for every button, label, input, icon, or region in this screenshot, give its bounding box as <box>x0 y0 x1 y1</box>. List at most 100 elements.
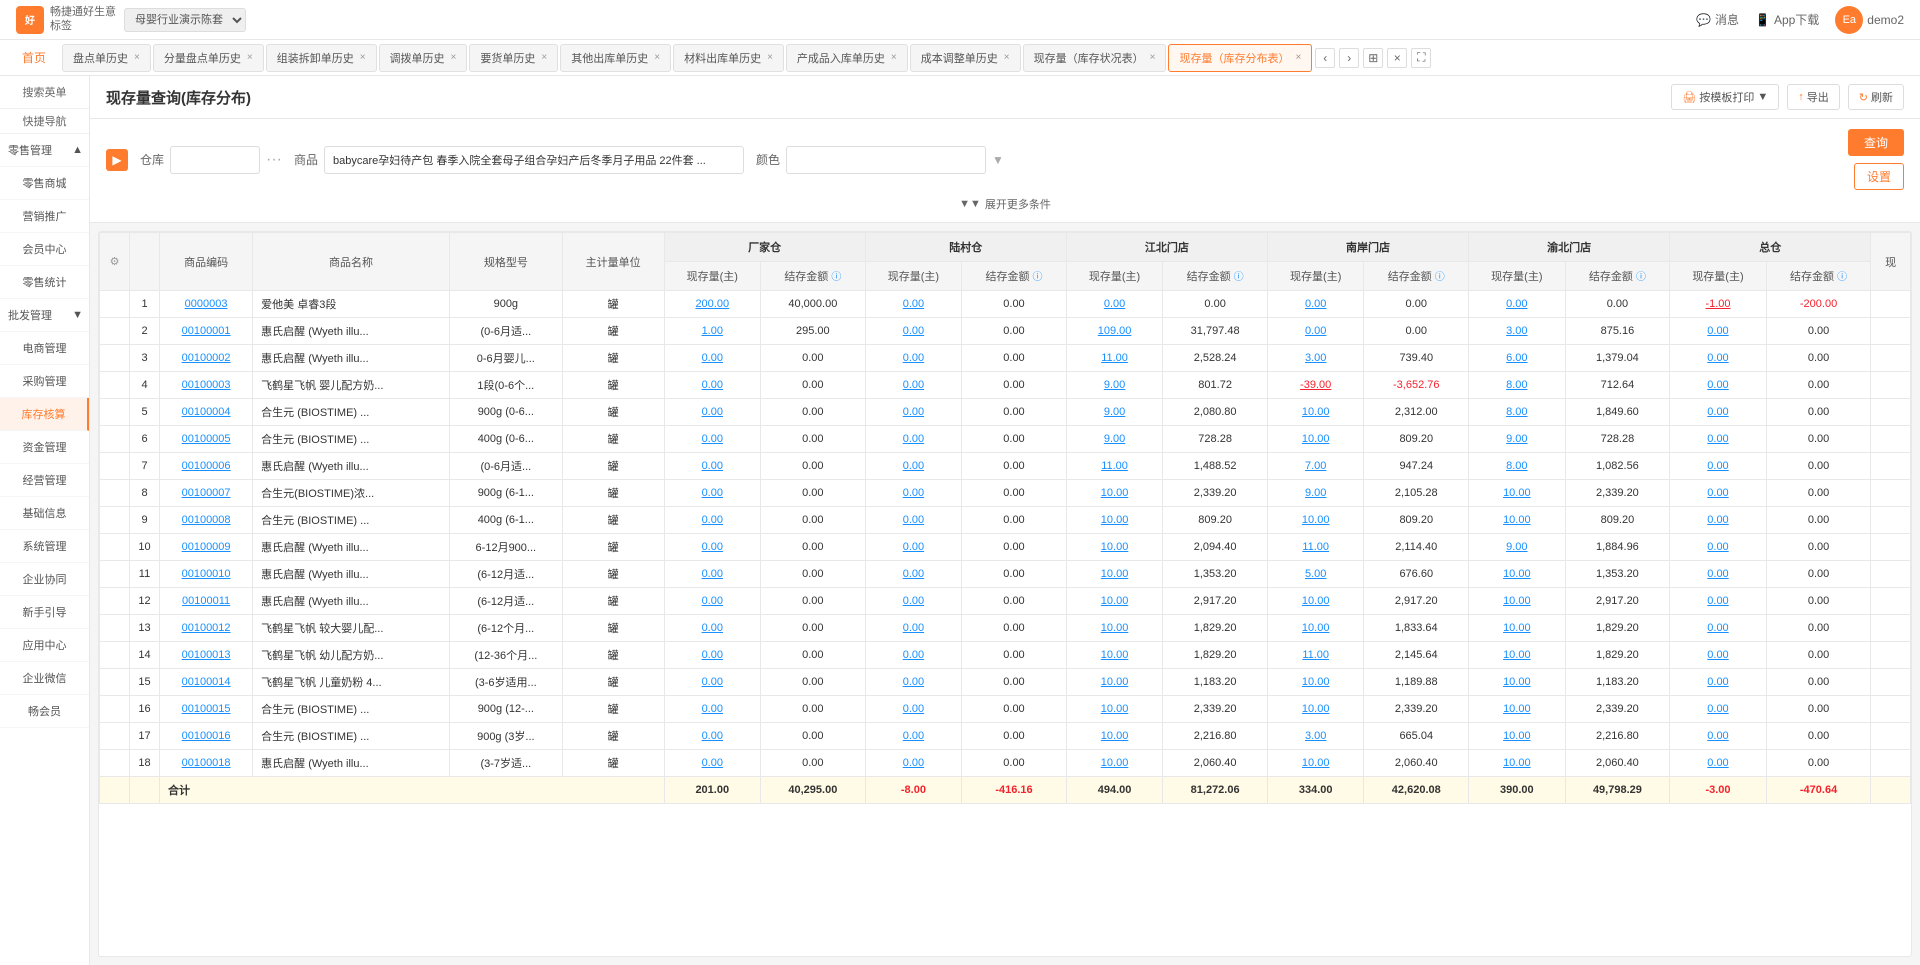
td-cj-qty[interactable]: 1.00 <box>664 318 761 345</box>
td-na-qty[interactable]: 10.00 <box>1267 615 1364 642</box>
settings-btn[interactable]: 设置 <box>1854 163 1904 190</box>
td-lc-qty[interactable]: 0.00 <box>865 507 962 534</box>
color-input[interactable] <box>786 146 986 174</box>
td-zo-qty[interactable]: 0.00 <box>1670 399 1767 426</box>
td-code[interactable]: 00100006 <box>160 453 253 480</box>
sidebar-item-retail[interactable]: 零售管理▲ <box>0 134 89 167</box>
sidebar-item-retail-stat[interactable]: 零售统计 <box>0 266 89 299</box>
td-zo-qty[interactable]: 0.00 <box>1670 561 1767 588</box>
td-cj-qty[interactable]: 0.00 <box>664 723 761 750</box>
td-lc-qty[interactable]: 0.00 <box>865 723 962 750</box>
tab-close-fenpanjian[interactable]: × <box>247 52 253 63</box>
td-code[interactable]: 00100009 <box>160 534 253 561</box>
tab-chengpin[interactable]: 产成品入库单历史 × <box>786 44 908 72</box>
sidebar-item-guide[interactable]: 新手引导 <box>0 596 89 629</box>
sidebar-item-system[interactable]: 系统管理 <box>0 530 89 563</box>
td-yb-qty[interactable]: 8.00 <box>1469 453 1566 480</box>
td-yb-qty[interactable]: 10.00 <box>1469 615 1566 642</box>
td-zo-qty[interactable]: 0.00 <box>1670 723 1767 750</box>
sidebar-item-corp[interactable]: 企业协同 <box>0 563 89 596</box>
tab-kuaifen[interactable]: 现存量（库存分布表） × <box>1168 44 1312 72</box>
td-yb-qty[interactable]: 10.00 <box>1469 642 1566 669</box>
td-jb-qty[interactable]: 10.00 <box>1066 696 1163 723</box>
td-yb-qty[interactable]: 0.00 <box>1469 291 1566 318</box>
sidebar-item-finance[interactable]: 资金管理 <box>0 431 89 464</box>
td-jb-qty[interactable]: 9.00 <box>1066 426 1163 453</box>
tab-close-chengben[interactable]: × <box>1004 52 1010 63</box>
td-yb-qty[interactable]: 10.00 <box>1469 507 1566 534</box>
filter-expand-btn[interactable]: ▶ <box>106 149 128 171</box>
td-zo-qty[interactable]: 0.00 <box>1670 345 1767 372</box>
td-jb-qty[interactable]: 10.00 <box>1066 669 1163 696</box>
tab-nav-menu[interactable]: ⊞ <box>1363 48 1383 68</box>
td-zo-qty[interactable]: 0.00 <box>1670 642 1767 669</box>
td-jb-qty[interactable]: 11.00 <box>1066 345 1163 372</box>
td-yb-qty[interactable]: 9.00 <box>1469 426 1566 453</box>
td-lc-qty[interactable]: 0.00 <box>865 750 962 777</box>
td-jb-qty[interactable]: 10.00 <box>1066 507 1163 534</box>
tab-nav-left[interactable]: ‹ <box>1315 48 1335 68</box>
tab-close-panjian[interactable]: × <box>134 52 140 63</box>
table-container[interactable]: ⚙ 商品编码 商品名称 规格型号 主计量单位 厂家仓 陆村仓 江北门店 南岸门店… <box>98 231 1912 957</box>
tab-close-all[interactable]: × <box>1387 48 1407 68</box>
td-na-qty[interactable]: 11.00 <box>1267 642 1364 669</box>
td-lc-qty[interactable]: 0.00 <box>865 291 962 318</box>
sidebar-item-basic[interactable]: 基础信息 <box>0 497 89 530</box>
td-lc-qty[interactable]: 0.00 <box>865 453 962 480</box>
sidebar-item-purchase[interactable]: 采购管理 <box>0 365 89 398</box>
td-jb-qty[interactable]: 109.00 <box>1066 318 1163 345</box>
td-zo-qty[interactable]: 0.00 <box>1670 696 1767 723</box>
td-code[interactable]: 00100015 <box>160 696 253 723</box>
sidebar-item-wholesale[interactable]: 批发管理▼ <box>0 299 89 332</box>
td-zo-qty[interactable]: 0.00 <box>1670 669 1767 696</box>
td-na-qty[interactable]: 10.00 <box>1267 507 1364 534</box>
td-cj-qty[interactable]: 0.00 <box>664 588 761 615</box>
query-btn[interactable]: 查询 <box>1848 129 1904 156</box>
sidebar-quicknav[interactable]: 快捷导航 <box>0 109 89 134</box>
td-cj-qty[interactable]: 0.00 <box>664 399 761 426</box>
tab-fenpanjian[interactable]: 分量盘点单历史 × <box>153 44 264 72</box>
td-na-qty[interactable]: 10.00 <box>1267 696 1364 723</box>
tab-kuaizhuang[interactable]: 现存量（库存状况表） × <box>1023 44 1167 72</box>
td-lc-qty[interactable]: 0.00 <box>865 534 962 561</box>
filter-more[interactable]: ▼▼ 展开更多条件 <box>106 196 1904 212</box>
td-lc-qty[interactable]: 0.00 <box>865 399 962 426</box>
td-na-qty[interactable]: 5.00 <box>1267 561 1364 588</box>
app-download-btn[interactable]: 📱 App下载 <box>1755 11 1819 28</box>
td-lc-qty[interactable]: 0.00 <box>865 588 962 615</box>
td-lc-qty[interactable]: 0.00 <box>865 426 962 453</box>
tab-close-chengpin[interactable]: × <box>891 52 897 63</box>
td-cj-qty[interactable]: 0.00 <box>664 615 761 642</box>
td-code[interactable]: 00100005 <box>160 426 253 453</box>
td-zo-qty[interactable]: 0.00 <box>1670 372 1767 399</box>
export-btn[interactable]: ↑ 导出 <box>1787 84 1840 110</box>
sidebar-item-appcenter[interactable]: 应用中心 <box>0 629 89 662</box>
message-btn[interactable]: 💬 消息 <box>1696 11 1739 28</box>
td-cj-qty[interactable]: 0.00 <box>664 750 761 777</box>
sidebar-item-biz[interactable]: 经营管理 <box>0 464 89 497</box>
td-zo-qty[interactable]: 0.00 <box>1670 507 1767 534</box>
sidebar-item-marketing[interactable]: 营销推广 <box>0 200 89 233</box>
industry-selector[interactable]: 母婴行业演示陈套 <box>124 8 246 32</box>
td-zo-qty[interactable]: 0.00 <box>1670 615 1767 642</box>
td-na-qty[interactable]: 0.00 <box>1267 318 1364 345</box>
td-yb-qty[interactable]: 10.00 <box>1469 723 1566 750</box>
td-lc-qty[interactable]: 0.00 <box>865 480 962 507</box>
td-code[interactable]: 00100008 <box>160 507 253 534</box>
td-na-qty[interactable]: 0.00 <box>1267 291 1364 318</box>
td-jb-qty[interactable]: 10.00 <box>1066 534 1163 561</box>
td-zo-qty[interactable]: -1.00 <box>1670 291 1767 318</box>
td-zo-qty[interactable]: 0.00 <box>1670 588 1767 615</box>
td-cj-qty[interactable]: 0.00 <box>664 561 761 588</box>
td-code[interactable]: 00100013 <box>160 642 253 669</box>
tab-fullscreen[interactable]: ⛶ <box>1411 48 1431 68</box>
td-jb-qty[interactable]: 10.00 <box>1066 588 1163 615</box>
td-code[interactable]: 00100010 <box>160 561 253 588</box>
td-yb-qty[interactable]: 10.00 <box>1469 750 1566 777</box>
td-cj-qty[interactable]: 0.00 <box>664 453 761 480</box>
td-zo-qty[interactable]: 0.00 <box>1670 318 1767 345</box>
td-jb-qty[interactable]: 9.00 <box>1066 372 1163 399</box>
td-zo-qty[interactable]: 0.00 <box>1670 480 1767 507</box>
sidebar-item-retail-store[interactable]: 零售商城 <box>0 167 89 200</box>
tab-close-yaohuo[interactable]: × <box>541 52 547 63</box>
